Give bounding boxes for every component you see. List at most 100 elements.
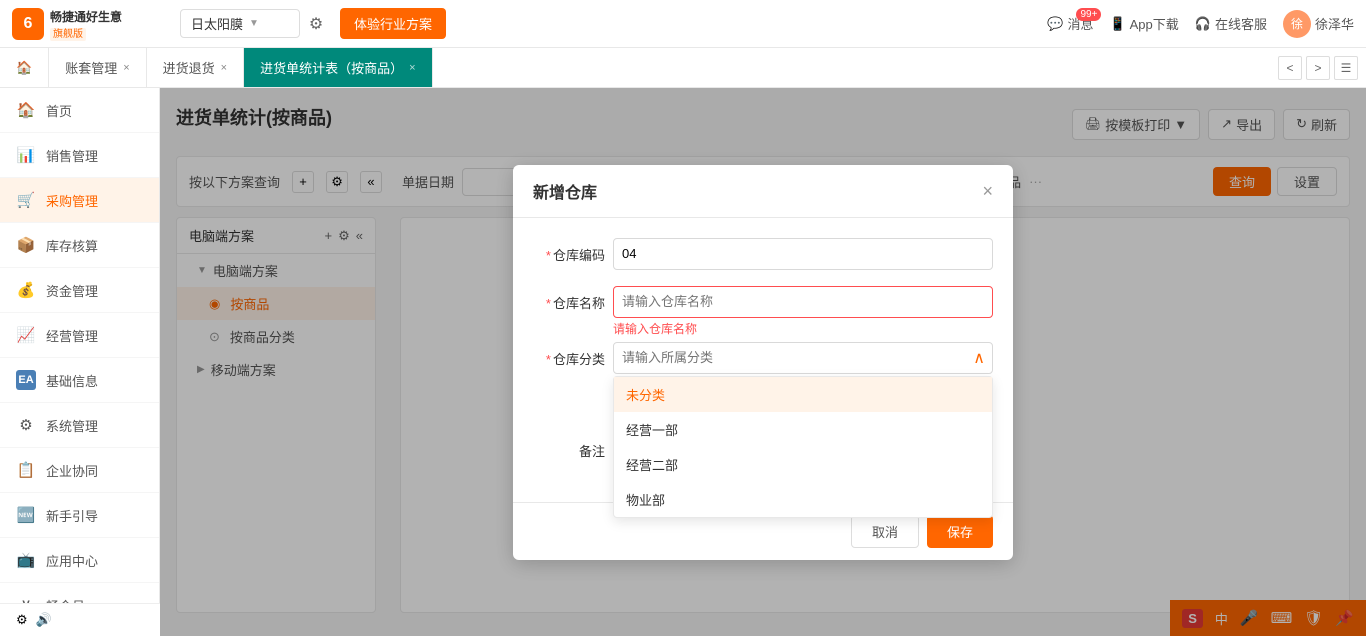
enterprise-icon: 📋 xyxy=(16,460,36,480)
sidebar-item-home[interactable]: 🏠 首页 xyxy=(0,88,159,133)
online-service-item[interactable]: 🎧 在线客服 xyxy=(1195,14,1267,33)
home-icon: 🏠 xyxy=(16,100,36,120)
app-download-label: App下载 xyxy=(1130,14,1179,33)
sidebar-label-home: 首页 xyxy=(46,101,72,120)
sidebar-label-guide: 新手引导 xyxy=(46,506,98,525)
tab-close-accounts[interactable]: × xyxy=(123,62,129,74)
sidebar-bottom-icon1[interactable]: ⚙ xyxy=(16,612,28,628)
sidebar-label-operations: 经营管理 xyxy=(46,326,98,345)
tab-close-purchase-return[interactable]: × xyxy=(221,62,227,74)
system-icon: ⚙ xyxy=(16,415,36,435)
tab-purchase-return[interactable]: 进货退货 × xyxy=(147,48,244,88)
sidebar-item-operations[interactable]: 📈 经营管理 xyxy=(0,313,159,358)
tab-accounts[interactable]: 账套管理 × xyxy=(49,48,146,88)
form-row-category: 仓库分类 ∧ 未分类 经营一部 经营二部 物业部 xyxy=(533,342,993,374)
form-row-code: 仓库编码 xyxy=(533,238,993,270)
sidebar-label-system: 系统管理 xyxy=(46,416,98,435)
sidebar-item-basics[interactable]: EA 基础信息 xyxy=(0,358,159,403)
sidebar-label-enterprise: 企业协同 xyxy=(46,461,98,480)
dropdown-item-unclassified[interactable]: 未分类 xyxy=(614,377,992,412)
sidebar-label-inventory: 库存核算 xyxy=(46,236,98,255)
operations-icon: 📈 xyxy=(16,325,36,345)
basics-icon: EA xyxy=(16,370,36,390)
sidebar-label-basics: 基础信息 xyxy=(46,371,98,390)
dropdown-item-dept2[interactable]: 经营二部 xyxy=(614,447,992,482)
modal-body: 仓库编码 仓库名称 请输入仓库名称 仓库分类 xyxy=(513,218,1013,502)
note-label: 备注 xyxy=(533,434,613,460)
dropdown-item-dept1[interactable]: 经营一部 xyxy=(614,412,992,447)
tab-next-btn[interactable]: > xyxy=(1306,56,1330,80)
notification-item[interactable]: 💬 消息 99+ xyxy=(1047,14,1093,33)
header-right: 💬 消息 99+ 📱 App下载 🎧 在线客服 徐 徐泽华 xyxy=(1047,10,1354,38)
sidebar-item-guide[interactable]: 🆕 新手引导 xyxy=(0,493,159,538)
sidebar-item-finance[interactable]: 💰 资金管理 xyxy=(0,268,159,313)
content-area: 进货单统计(按商品) 🖨 按模板打印 ▼ ↗ 导出 ↻ 刷新 按以下方案查询 xyxy=(160,88,1366,636)
code-label: 仓库编码 xyxy=(533,238,613,264)
category-dropdown-menu: 未分类 经营一部 经营二部 物业部 xyxy=(613,376,993,518)
sidebar-item-sales[interactable]: 📊 销售管理 xyxy=(0,133,159,178)
name-label: 仓库名称 xyxy=(533,286,613,312)
main-layout: 🏠 首页 📊 销售管理 🛒 采购管理 📦 库存核算 💰 资金管理 📈 经营管理 … xyxy=(0,88,1366,636)
tab-home[interactable]: 🏠 xyxy=(0,48,49,88)
notification-icon: 💬 xyxy=(1047,16,1063,32)
sidebar-item-purchase[interactable]: 🛒 采购管理 xyxy=(0,178,159,223)
logo-area: 6 畅捷通好生意 旗舰版 xyxy=(12,8,172,40)
store-selector-arrow: ▼ xyxy=(249,18,259,29)
sidebar-item-enterprise[interactable]: 📋 企业协同 xyxy=(0,448,159,493)
dropdown-arrow-icon[interactable]: ∧ xyxy=(973,348,985,368)
sales-icon: 📊 xyxy=(16,145,36,165)
category-input[interactable] xyxy=(613,342,993,374)
sidebar-label-purchase: 采购管理 xyxy=(46,191,98,210)
tab-close-purchase-stats[interactable]: × xyxy=(409,62,415,74)
purchase-icon: 🛒 xyxy=(16,190,36,210)
appcenter-icon: 📺 xyxy=(16,550,36,570)
store-name: 日太阳膜 xyxy=(191,14,243,33)
tab-menu-btn[interactable]: ☰ xyxy=(1334,56,1358,80)
sidebar-item-appcenter[interactable]: 📺 应用中心 xyxy=(0,538,159,583)
sidebar-bottom: ⚙ 🔊 xyxy=(0,603,160,636)
settings-icon[interactable]: ⚙ xyxy=(300,8,332,40)
app-download-item[interactable]: 📱 App下载 xyxy=(1109,14,1178,33)
modal-add-warehouse: 新增仓库 × 仓库编码 仓库名称 请输入仓库名称 xyxy=(513,165,1013,560)
category-label: 仓库分类 xyxy=(533,342,613,368)
sidebar: 🏠 首页 📊 销售管理 🛒 采购管理 📦 库存核算 💰 资金管理 📈 经营管理 … xyxy=(0,88,160,636)
inventory-icon: 📦 xyxy=(16,235,36,255)
name-error-msg: 请输入仓库名称 xyxy=(613,320,697,334)
code-input[interactable] xyxy=(613,238,993,270)
logo-text: 畅捷通好生意 旗舰版 xyxy=(50,8,122,40)
sidebar-bottom-icon2[interactable]: 🔊 xyxy=(36,612,52,628)
sidebar-item-inventory[interactable]: 📦 库存核算 xyxy=(0,223,159,268)
modal-header: 新增仓库 × xyxy=(513,165,1013,218)
logo-icon: 6 xyxy=(12,8,44,40)
name-input-wrapper: 请输入仓库名称 xyxy=(613,286,993,318)
sidebar-item-system[interactable]: ⚙ 系统管理 xyxy=(0,403,159,448)
modal-close-btn[interactable]: × xyxy=(982,182,993,200)
category-dropdown-wrapper: ∧ 未分类 经营一部 经营二部 物业部 xyxy=(613,342,993,374)
notification-badge: 99+ xyxy=(1076,8,1101,21)
tab-controls: < > ☰ xyxy=(1270,56,1366,80)
cancel-btn[interactable]: 取消 xyxy=(851,515,919,548)
sidebar-label-appcenter: 应用中心 xyxy=(46,551,98,570)
tab-prev-btn[interactable]: < xyxy=(1278,56,1302,80)
sidebar-label-sales: 销售管理 xyxy=(46,146,98,165)
save-btn[interactable]: 保存 xyxy=(927,515,993,548)
trial-button[interactable]: 体验行业方案 xyxy=(340,8,446,39)
modal-overlay: 新增仓库 × 仓库编码 仓库名称 请输入仓库名称 xyxy=(160,88,1366,636)
store-selector[interactable]: 日太阳膜 ▼ xyxy=(180,9,300,38)
phone-icon: 📱 xyxy=(1109,16,1125,32)
form-row-name: 仓库名称 请输入仓库名称 xyxy=(533,286,993,318)
guide-icon: 🆕 xyxy=(16,505,36,525)
sidebar-label-finance: 资金管理 xyxy=(46,281,98,300)
top-header: 6 畅捷通好生意 旗舰版 日太阳膜 ▼ ⚙ 体验行业方案 💬 消息 99+ 📱 … xyxy=(0,0,1366,48)
tab-purchase-stats[interactable]: 进货单统计表（按商品） × xyxy=(244,48,432,88)
username: 徐泽华 xyxy=(1315,14,1354,33)
name-input[interactable] xyxy=(613,286,993,318)
user-item[interactable]: 徐 徐泽华 xyxy=(1283,10,1354,38)
online-service-label: 在线客服 xyxy=(1215,14,1267,33)
finance-icon: 💰 xyxy=(16,280,36,300)
headset-icon: 🎧 xyxy=(1195,16,1211,32)
modal-title: 新增仓库 xyxy=(533,179,597,203)
avatar: 徐 xyxy=(1283,10,1311,38)
nav-tabs: 🏠 账套管理 × 进货退货 × 进货单统计表（按商品） × < > ☰ xyxy=(0,48,1366,88)
dropdown-item-dept3[interactable]: 物业部 xyxy=(614,482,992,517)
